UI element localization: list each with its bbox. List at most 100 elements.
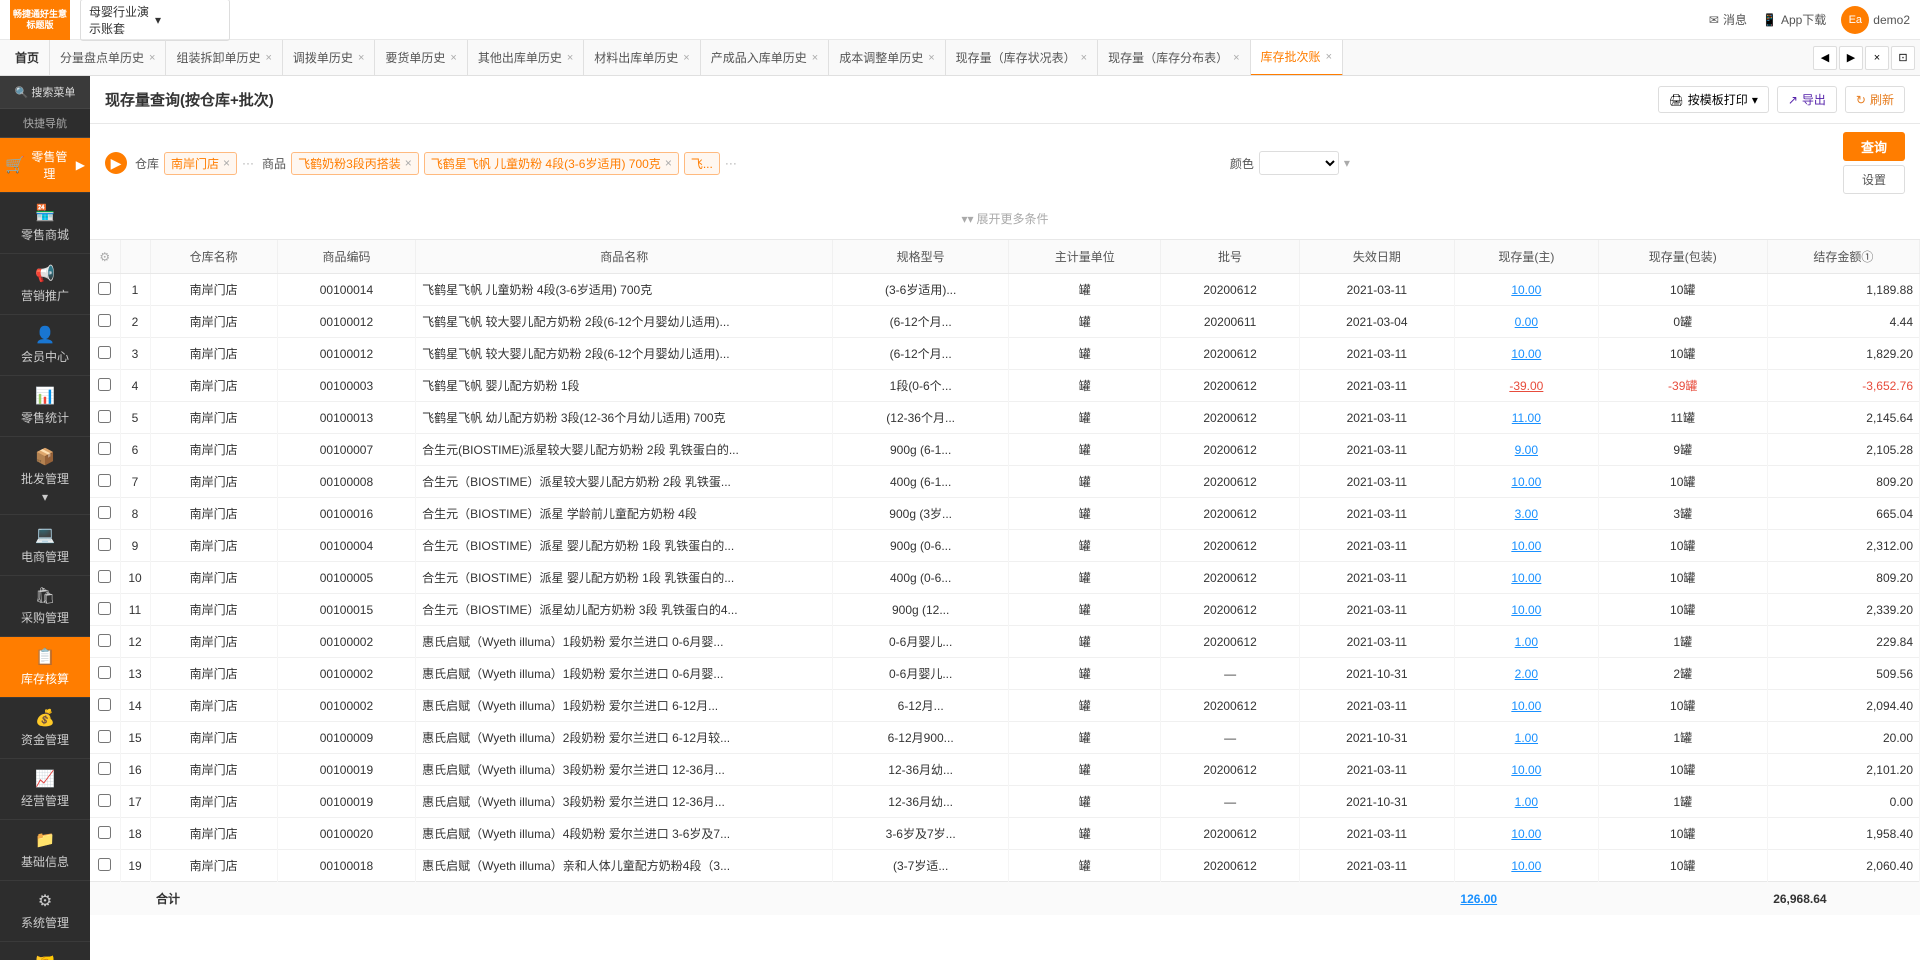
tab-9[interactable]: 现存量（库存状况表） ×: [946, 40, 1098, 76]
td-stock-main[interactable]: 10.00: [1454, 466, 1598, 498]
td-stock-main[interactable]: 10.00: [1454, 274, 1598, 306]
sidebar-item-member[interactable]: 👤 会员中心: [0, 315, 90, 376]
td-stock-main[interactable]: 9.00: [1454, 434, 1598, 466]
filter-expand-btn[interactable]: ▶: [105, 152, 127, 174]
row-checkbox[interactable]: [98, 826, 111, 839]
tab-nav-close[interactable]: ×: [1865, 46, 1889, 70]
product-more[interactable]: ···: [725, 156, 737, 170]
row-checkbox[interactable]: [98, 442, 111, 455]
warehouse-more[interactable]: ···: [242, 156, 254, 170]
tab-home[interactable]: 首页: [5, 40, 50, 76]
user-profile[interactable]: Ea demo2: [1841, 6, 1910, 34]
row-checkbox[interactable]: [98, 730, 111, 743]
row-checkbox[interactable]: [98, 634, 111, 647]
tab-8[interactable]: 成本调整单历史 ×: [829, 40, 945, 76]
sidebar-item-marketing[interactable]: 📢 营销推广: [0, 254, 90, 315]
row-checkbox[interactable]: [98, 602, 111, 615]
td-stock-main[interactable]: 10.00: [1454, 690, 1598, 722]
td-stock-main[interactable]: 3.00: [1454, 498, 1598, 530]
row-checkbox[interactable]: [98, 794, 111, 807]
row-checkbox[interactable]: [98, 474, 111, 487]
td-stock-main[interactable]: 10.00: [1454, 754, 1598, 786]
tab-close-7[interactable]: ×: [812, 52, 818, 64]
td-stock-main[interactable]: 0.00: [1454, 306, 1598, 338]
row-checkbox[interactable]: [98, 314, 111, 327]
sidebar-item-enterprise[interactable]: 🤝 企业协同: [0, 942, 90, 960]
settings-btn[interactable]: 设置: [1843, 165, 1905, 194]
product-tag-more[interactable]: 飞...: [684, 152, 720, 175]
color-select[interactable]: [1259, 151, 1339, 175]
sidebar-search[interactable]: 🔍 搜索菜单: [0, 76, 90, 109]
td-stock-main[interactable]: -39.00: [1454, 370, 1598, 402]
td-stock-main[interactable]: 1.00: [1454, 626, 1598, 658]
tab-nav-prev[interactable]: ◀: [1813, 46, 1837, 70]
warehouse-tag[interactable]: 南岸门店 ×: [164, 152, 237, 175]
sidebar-item-basic-info[interactable]: 📁 基础信息: [0, 820, 90, 881]
sidebar-item-purchase[interactable]: 🛍 采购管理: [0, 576, 90, 637]
tab-close-5[interactable]: ×: [567, 52, 573, 64]
tab-11[interactable]: 库存批次账 ×: [1251, 40, 1343, 76]
sidebar-item-inventory[interactable]: 📋 库存核算: [0, 637, 90, 698]
tab-5[interactable]: 其他出库单历史 ×: [468, 40, 584, 76]
tab-nav-maximize[interactable]: ⊡: [1891, 46, 1915, 70]
tab-2[interactable]: 组装拆卸单历史 ×: [166, 40, 282, 76]
sidebar-item-operations[interactable]: 📈 经营管理: [0, 759, 90, 820]
td-stock-main[interactable]: 10.00: [1454, 850, 1598, 882]
td-stock-main[interactable]: 10.00: [1454, 594, 1598, 626]
tab-close-11[interactable]: ×: [1326, 51, 1332, 63]
row-checkbox[interactable]: [98, 666, 111, 679]
row-checkbox[interactable]: [98, 858, 111, 871]
expand-conditions[interactable]: ▾▾ 展开更多条件: [105, 206, 1905, 231]
row-checkbox[interactable]: [98, 346, 111, 359]
sidebar-item-retail-mall[interactable]: 🏪 零售商城: [0, 193, 90, 254]
tab-close-3[interactable]: ×: [358, 52, 364, 64]
td-stock-main[interactable]: 2.00: [1454, 658, 1598, 690]
product-tag-1-close[interactable]: ×: [405, 156, 412, 170]
template-print-btn[interactable]: 🖨 按模板打印 ▾: [1658, 86, 1769, 113]
sidebar-quick-nav[interactable]: 快捷导航: [0, 109, 90, 138]
td-stock-main[interactable]: 1.00: [1454, 786, 1598, 818]
tab-6[interactable]: 材料出库单历史 ×: [584, 40, 700, 76]
tab-close-4[interactable]: ×: [450, 52, 456, 64]
tab-close-8[interactable]: ×: [928, 52, 934, 64]
tab-7[interactable]: 产成品入库单历史 ×: [701, 40, 829, 76]
td-stock-main[interactable]: 1.00: [1454, 722, 1598, 754]
row-checkbox[interactable]: [98, 378, 111, 391]
tab-nav-next[interactable]: ▶: [1839, 46, 1863, 70]
row-checkbox[interactable]: [98, 506, 111, 519]
row-checkbox[interactable]: [98, 570, 111, 583]
sidebar-item-finance[interactable]: 💰 资金管理: [0, 698, 90, 759]
tab-close-1[interactable]: ×: [149, 52, 155, 64]
app-download-btn[interactable]: 📱 App下载: [1762, 11, 1826, 28]
message-btn[interactable]: ✉ 消息: [1709, 11, 1747, 28]
td-stock-main[interactable]: 10.00: [1454, 562, 1598, 594]
tab-close-6[interactable]: ×: [683, 52, 689, 64]
td-stock-main[interactable]: 10.00: [1454, 338, 1598, 370]
export-btn[interactable]: ↗ 导出: [1777, 86, 1837, 113]
row-checkbox[interactable]: [98, 698, 111, 711]
td-stock-main[interactable]: 10.00: [1454, 818, 1598, 850]
sidebar-item-ecommerce[interactable]: 💻 电商管理: [0, 515, 90, 576]
row-checkbox[interactable]: [98, 538, 111, 551]
sidebar-item-retail-stats[interactable]: 📊 零售统计: [0, 376, 90, 437]
tab-close-9[interactable]: ×: [1081, 52, 1087, 64]
warehouse-select[interactable]: 母婴行业演示账套 ▾: [80, 0, 230, 41]
tab-close-10[interactable]: ×: [1233, 52, 1239, 64]
td-stock-main[interactable]: 10.00: [1454, 530, 1598, 562]
tab-3[interactable]: 调拨单历史 ×: [283, 40, 375, 76]
tab-close-2[interactable]: ×: [265, 52, 271, 64]
gear-icon[interactable]: ⚙: [99, 250, 110, 264]
warehouse-tag-close[interactable]: ×: [223, 156, 230, 170]
product-tag-2-close[interactable]: ×: [665, 156, 672, 170]
sidebar-item-retail-management[interactable]: 🛒 零售管理 ▶: [0, 138, 90, 193]
tab-4[interactable]: 要货单历史 ×: [375, 40, 467, 76]
tab-1[interactable]: 分量盘点单历史 ×: [50, 40, 166, 76]
product-tag-2[interactable]: 飞鹤星飞帆 儿童奶粉 4段(3-6岁适用) 700克 ×: [424, 152, 679, 175]
product-tag-1[interactable]: 飞鹤奶粉3段丙搭装 ×: [291, 152, 419, 175]
row-checkbox[interactable]: [98, 762, 111, 775]
td-stock-main[interactable]: 11.00: [1454, 402, 1598, 434]
sidebar-item-system[interactable]: ⚙ 系统管理: [0, 881, 90, 942]
row-checkbox[interactable]: [98, 410, 111, 423]
sidebar-item-wholesale[interactable]: 📦 批发管理 ▾: [0, 437, 90, 515]
tab-10[interactable]: 现存量（库存分布表） ×: [1098, 40, 1250, 76]
